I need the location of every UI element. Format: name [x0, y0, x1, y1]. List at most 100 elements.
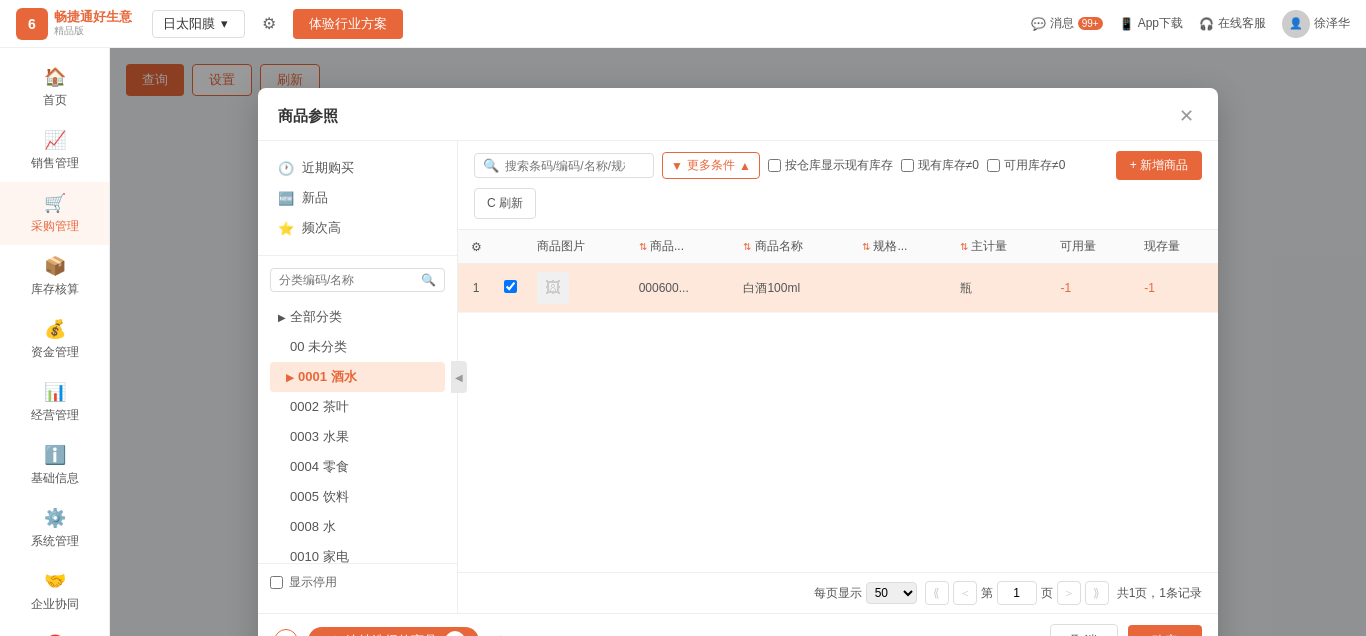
logo-icon: 6 [16, 8, 48, 40]
stock-nonzero-text: 现有库存≠0 [918, 157, 979, 174]
prev-page-button[interactable]: ＜ [953, 581, 977, 605]
category-item-0[interactable]: 00 未分类 [270, 332, 445, 362]
col-code-label: 商品... [650, 239, 684, 253]
sidebar-item-management[interactable]: 📊 经营管理 [0, 371, 109, 434]
last-page-button[interactable]: ⟫ [1085, 581, 1109, 605]
avail-nonzero-label[interactable]: 可用库存≠0 [987, 157, 1065, 174]
search-input[interactable] [505, 159, 625, 173]
product-table-wrapper: ⚙ 商品图片 ⇅ 商品... [458, 230, 1218, 572]
basic-info-icon: ℹ️ [44, 444, 66, 466]
modal-close-button[interactable]: ✕ [1174, 104, 1198, 128]
sidebar-item-basic-info[interactable]: ℹ️ 基础信息 [0, 434, 109, 497]
quick-item-frequent[interactable]: ⭐ 频次高 [270, 213, 445, 243]
footer-collapse-button[interactable]: ⌃ [489, 629, 513, 636]
category-label-6: 0008 水 [290, 518, 336, 536]
quick-item-recent[interactable]: 🕐 近期购买 [270, 153, 445, 183]
category-search: 🔍 [270, 268, 445, 292]
filter-arrow-icon: ▲ [739, 159, 751, 173]
next-page-button[interactable]: ＞ [1057, 581, 1081, 605]
nav-service[interactable]: 🎧 在线客服 [1199, 15, 1266, 32]
category-item-6[interactable]: 0008 水 [270, 512, 445, 542]
category-item-4[interactable]: 0004 零食 [270, 452, 445, 482]
quick-item-new[interactable]: 🆕 新品 [270, 183, 445, 213]
search-box: 🔍 [474, 153, 654, 178]
new-product-button[interactable]: + 新增商品 [1116, 151, 1202, 180]
arrow-icon-all: ▶ [278, 312, 286, 323]
row-name: 白酒100ml [733, 264, 852, 313]
col-stock-label: 现存量 [1144, 239, 1180, 253]
stock-nonzero-label[interactable]: 现有库存≠0 [901, 157, 979, 174]
modal-body: 🕐 近期购买 🆕 新品 ⭐ 频次高 [258, 141, 1218, 613]
avail-nonzero-text: 可用库存≠0 [1004, 157, 1065, 174]
sidebar-label-management: 经营管理 [31, 407, 79, 424]
phone-icon: 📱 [1119, 17, 1134, 31]
refresh-button[interactable]: C 刷新 [474, 188, 536, 219]
warehouse-checkbox[interactable] [768, 159, 781, 172]
row-num: 1 [458, 264, 494, 313]
right-panel: 🔍 ▼ 更多条件 ▲ 按仓库显示现有库存 [458, 141, 1218, 613]
sidebar-label-finance: 资金管理 [31, 344, 79, 361]
sidebar-item-collab[interactable]: 🤝 企业协同 [0, 560, 109, 623]
table-row[interactable]: 1 🖼 000600... 白酒100ml [458, 264, 1218, 313]
first-page-button[interactable]: ⟪ [925, 581, 949, 605]
warehouse-checkbox-label[interactable]: 按仓库显示现有库存 [768, 157, 893, 174]
col-code[interactable]: ⇅ 商品... [629, 230, 734, 264]
total-info: 共1页，1条记录 [1117, 585, 1202, 602]
sidebar-item-purchase[interactable]: 🛒 采购管理 [0, 182, 109, 245]
category-item-2[interactable]: 0002 茶叶 [270, 392, 445, 422]
category-label-3: 0003 水果 [290, 428, 349, 446]
nav-selector[interactable]: 日太阳膜 ▾ [152, 10, 245, 38]
row-stock: -1 [1134, 264, 1218, 313]
nav-user[interactable]: 👤 徐泽华 [1282, 10, 1350, 38]
page-input[interactable] [997, 581, 1037, 605]
product-table: ⚙ 商品图片 ⇅ 商品... [458, 230, 1218, 313]
message-icon: 💬 [1031, 17, 1046, 31]
help-icon-button[interactable]: ? [274, 629, 298, 636]
show-disabled-label: 显示停用 [289, 574, 337, 591]
col-image: 商品图片 [527, 230, 629, 264]
sidebar-item-home[interactable]: 🏠 首页 [0, 56, 109, 119]
category-search-input[interactable] [279, 273, 415, 287]
filter-button[interactable]: ▼ 更多条件 ▲ [662, 152, 760, 179]
category-item-5[interactable]: 0005 饮料 [270, 482, 445, 512]
row-available: -1 [1050, 264, 1134, 313]
modal-footer: ? 🛒 连续选择的商品 0 ⌃ 取消 确定 [258, 613, 1218, 636]
avail-nonzero-checkbox[interactable] [987, 159, 1000, 172]
category-label-5: 0005 饮料 [290, 488, 349, 506]
pagination-bar: 每页显示 10 20 50 100 ⟪ ＜ [458, 572, 1218, 613]
trial-button[interactable]: 体验行业方案 [293, 9, 403, 39]
nav-app-download[interactable]: 📱 App下载 [1119, 15, 1183, 32]
nav-message[interactable]: 💬 消息 99+ [1031, 15, 1103, 32]
sidebar-item-inventory[interactable]: 📦 库存核算 [0, 245, 109, 308]
cancel-button[interactable]: 取消 [1050, 624, 1118, 636]
sidebar-item-system[interactable]: ⚙️ 系统管理 [0, 497, 109, 560]
nav-right: 💬 消息 99+ 📱 App下载 🎧 在线客服 👤 徐泽华 [1031, 10, 1350, 38]
col-settings[interactable]: ⚙ [458, 230, 494, 264]
management-icon: 📊 [44, 381, 66, 403]
col-unit-label: 主计量 [971, 239, 1007, 253]
confirm-button[interactable]: 确定 [1128, 625, 1202, 636]
col-unit[interactable]: ⇅ 主计量 [950, 230, 1051, 264]
category-item-7[interactable]: 0010 家电 [270, 542, 445, 563]
row-checkbox-cell[interactable] [494, 264, 527, 313]
category-label-0: 00 未分类 [290, 338, 347, 356]
stock-nonzero-checkbox[interactable] [901, 159, 914, 172]
category-item-1[interactable]: ▶ 0001 酒水 [270, 362, 445, 392]
page-label: 第 [981, 585, 993, 602]
sidebar-item-sales[interactable]: 📈 销售管理 [0, 119, 109, 182]
logo-line2: 精品版 [54, 24, 132, 38]
collapse-panel-button[interactable]: ◀ [451, 361, 467, 393]
page-label-2: 页 [1041, 585, 1053, 602]
sidebar-item-finance[interactable]: 💰 资金管理 [0, 308, 109, 371]
row-checkbox[interactable] [504, 280, 517, 293]
category-item-3[interactable]: 0003 水果 [270, 422, 445, 452]
col-spec[interactable]: ⇅ 规格... [852, 230, 950, 264]
sidebar-item-guide[interactable]: 🎯 新手引导 [0, 623, 109, 636]
category-item-all[interactable]: ▶ 全部分类 [270, 302, 445, 332]
chevron-down-icon: ▾ [221, 16, 228, 31]
page-size-label: 每页显示 [814, 585, 862, 602]
col-name[interactable]: ⇅ 商品名称 [733, 230, 852, 264]
gear-button[interactable]: ⚙ [253, 8, 285, 40]
show-disabled-checkbox[interactable] [270, 576, 283, 589]
page-size-dropdown[interactable]: 10 20 50 100 [866, 582, 917, 604]
